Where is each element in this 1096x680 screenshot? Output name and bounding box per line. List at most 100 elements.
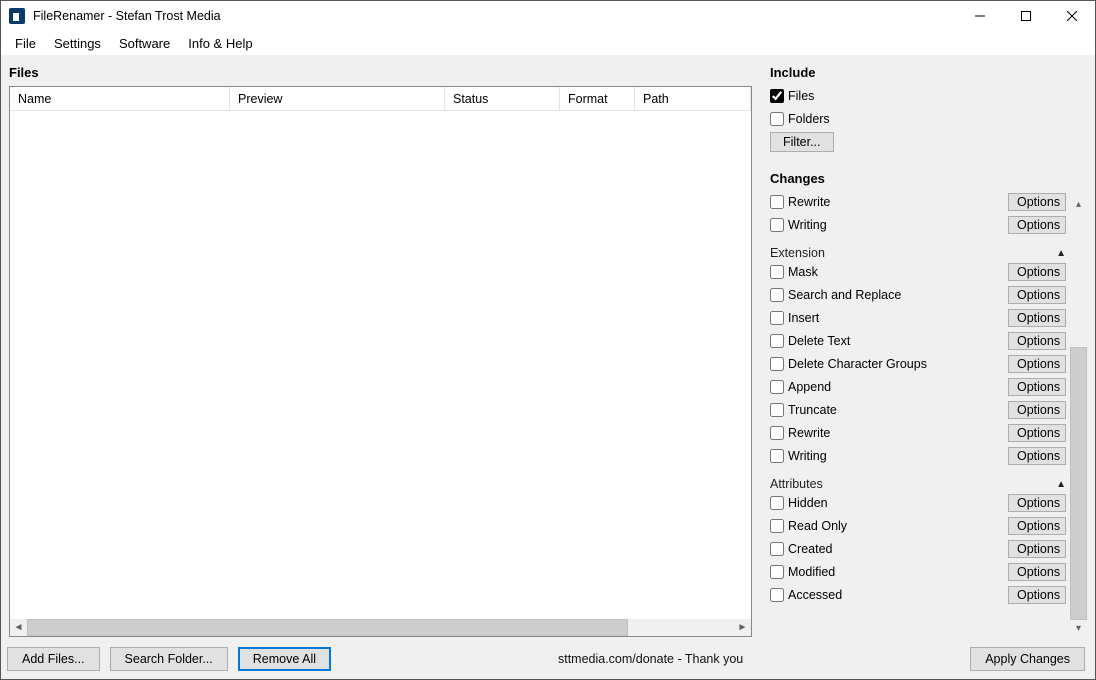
ext-insert-checkbox[interactable] xyxy=(770,311,784,325)
ext-mask-options-button[interactable]: Options xyxy=(1008,263,1066,281)
app-icon xyxy=(9,8,25,24)
attr-created-checkbox[interactable] xyxy=(770,542,784,556)
maximize-icon xyxy=(1021,11,1031,21)
include-files-checkbox[interactable] xyxy=(770,89,784,103)
close-button[interactable] xyxy=(1049,1,1095,31)
options-vscroll[interactable]: ▴ ▾ xyxy=(1070,61,1087,637)
attr-accessed-row: Accessed Options xyxy=(770,583,1066,606)
attr-accessed-checkbox[interactable] xyxy=(770,588,784,602)
ext-delete-char-groups-checkbox[interactable] xyxy=(770,357,784,371)
options-panel: Include Files Folders Filter... Changes … xyxy=(752,61,1087,637)
filter-button[interactable]: Filter... xyxy=(770,132,834,152)
menu-info-help[interactable]: Info & Help xyxy=(180,34,260,53)
donate-text: sttmedia.com/donate - Thank you xyxy=(558,652,743,666)
changes-writing-options-button[interactable]: Options xyxy=(1008,216,1066,234)
attr-read-only-options-button[interactable]: Options xyxy=(1008,517,1066,535)
attributes-collapse-icon[interactable]: ▲ xyxy=(1056,479,1066,490)
ext-insert-options-button[interactable]: Options xyxy=(1008,309,1066,327)
attr-hidden-options-button[interactable]: Options xyxy=(1008,494,1066,512)
changes-writing-label: Writing xyxy=(788,218,1008,232)
attr-created-label: Created xyxy=(788,542,1008,556)
changes-rewrite-checkbox[interactable] xyxy=(770,195,784,209)
ext-append-label: Append xyxy=(788,380,1008,394)
hscroll-track[interactable] xyxy=(27,619,734,636)
ext-delete-char-groups-options-button[interactable]: Options xyxy=(1008,355,1066,373)
ext-rewrite-row: Rewrite Options xyxy=(770,421,1066,444)
ext-append-row: Append Options xyxy=(770,375,1066,398)
vscroll-thumb[interactable] xyxy=(1070,347,1087,620)
maximize-button[interactable] xyxy=(1003,1,1049,31)
attr-hidden-row: Hidden Options xyxy=(770,491,1066,514)
content-area: Files Name Preview Status Format Path ◄ … xyxy=(1,55,1095,643)
ext-search-replace-options-button[interactable]: Options xyxy=(1008,286,1066,304)
titlebar: FileRenamer - Stefan Trost Media xyxy=(1,1,1095,31)
files-panel: Files Name Preview Status Format Path ◄ … xyxy=(9,61,752,637)
minimize-icon xyxy=(975,11,985,21)
files-heading: Files xyxy=(9,61,752,84)
ext-mask-checkbox[interactable] xyxy=(770,265,784,279)
add-files-button[interactable]: Add Files... xyxy=(7,647,100,671)
attr-created-options-button[interactable]: Options xyxy=(1008,540,1066,558)
ext-truncate-checkbox[interactable] xyxy=(770,403,784,417)
ext-search-replace-checkbox[interactable] xyxy=(770,288,784,302)
col-header-format[interactable]: Format xyxy=(560,87,635,110)
search-folder-button[interactable]: Search Folder... xyxy=(110,647,228,671)
attr-hidden-label: Hidden xyxy=(788,496,1008,510)
attr-modified-checkbox[interactable] xyxy=(770,565,784,579)
changes-rewrite-options-button[interactable]: Options xyxy=(1008,193,1066,211)
close-icon xyxy=(1067,11,1077,21)
menu-software[interactable]: Software xyxy=(111,34,178,53)
attr-hidden-checkbox[interactable] xyxy=(770,496,784,510)
changes-rewrite-label: Rewrite xyxy=(788,195,1008,209)
extension-collapse-icon[interactable]: ▲ xyxy=(1056,248,1066,259)
ext-delete-text-label: Delete Text xyxy=(788,334,1008,348)
col-header-preview[interactable]: Preview xyxy=(230,87,445,110)
vscroll-down-icon[interactable]: ▾ xyxy=(1070,620,1087,637)
scroll-left-icon[interactable]: ◄ xyxy=(10,619,27,636)
ext-rewrite-label: Rewrite xyxy=(788,426,1008,440)
ext-writing-options-button[interactable]: Options xyxy=(1008,447,1066,465)
include-folders-label: Folders xyxy=(788,112,1066,126)
ext-mask-row: Mask Options xyxy=(770,260,1066,283)
ext-writing-checkbox[interactable] xyxy=(770,449,784,463)
ext-delete-text-options-button[interactable]: Options xyxy=(1008,332,1066,350)
attr-accessed-options-button[interactable]: Options xyxy=(1008,586,1066,604)
ext-rewrite-checkbox[interactable] xyxy=(770,426,784,440)
apply-changes-button[interactable]: Apply Changes xyxy=(970,647,1085,671)
changes-writing-checkbox[interactable] xyxy=(770,218,784,232)
attr-created-row: Created Options xyxy=(770,537,1066,560)
attributes-heading-row: Attributes ▲ xyxy=(770,477,1066,491)
ext-append-checkbox[interactable] xyxy=(770,380,784,394)
ext-delete-text-row: Delete Text Options xyxy=(770,329,1066,352)
menubar: File Settings Software Info & Help xyxy=(1,31,1095,55)
ext-mask-label: Mask xyxy=(788,265,1008,279)
bottombar: Add Files... Search Folder... Remove All… xyxy=(1,643,1095,679)
col-header-status[interactable]: Status xyxy=(445,87,560,110)
include-folders-checkbox[interactable] xyxy=(770,112,784,126)
minimize-button[interactable] xyxy=(957,1,1003,31)
file-list-headers: Name Preview Status Format Path xyxy=(10,87,751,111)
scroll-right-icon[interactable]: ► xyxy=(734,619,751,636)
col-header-path[interactable]: Path xyxy=(635,87,751,110)
ext-truncate-options-button[interactable]: Options xyxy=(1008,401,1066,419)
attr-modified-options-button[interactable]: Options xyxy=(1008,563,1066,581)
menu-file[interactable]: File xyxy=(7,34,44,53)
col-header-name[interactable]: Name xyxy=(10,87,230,110)
remove-all-button[interactable]: Remove All xyxy=(238,647,331,671)
hscroll-thumb[interactable] xyxy=(27,619,628,636)
include-folders-row: Folders xyxy=(770,107,1066,130)
ext-append-options-button[interactable]: Options xyxy=(1008,378,1066,396)
ext-rewrite-options-button[interactable]: Options xyxy=(1008,424,1066,442)
file-list-body[interactable] xyxy=(10,111,751,619)
include-files-row: Files xyxy=(770,84,1066,107)
ext-delete-text-checkbox[interactable] xyxy=(770,334,784,348)
menu-settings[interactable]: Settings xyxy=(46,34,109,53)
vscroll-up-icon[interactable]: ▴ xyxy=(1070,196,1087,213)
attr-accessed-label: Accessed xyxy=(788,588,1008,602)
ext-delete-char-groups-label: Delete Character Groups xyxy=(788,357,1008,371)
vscroll-track[interactable] xyxy=(1070,213,1087,620)
attr-read-only-checkbox[interactable] xyxy=(770,519,784,533)
include-files-label: Files xyxy=(788,89,1066,103)
file-list-hscroll[interactable]: ◄ ► xyxy=(10,619,751,636)
changes-rewrite-row: Rewrite Options xyxy=(770,190,1066,213)
